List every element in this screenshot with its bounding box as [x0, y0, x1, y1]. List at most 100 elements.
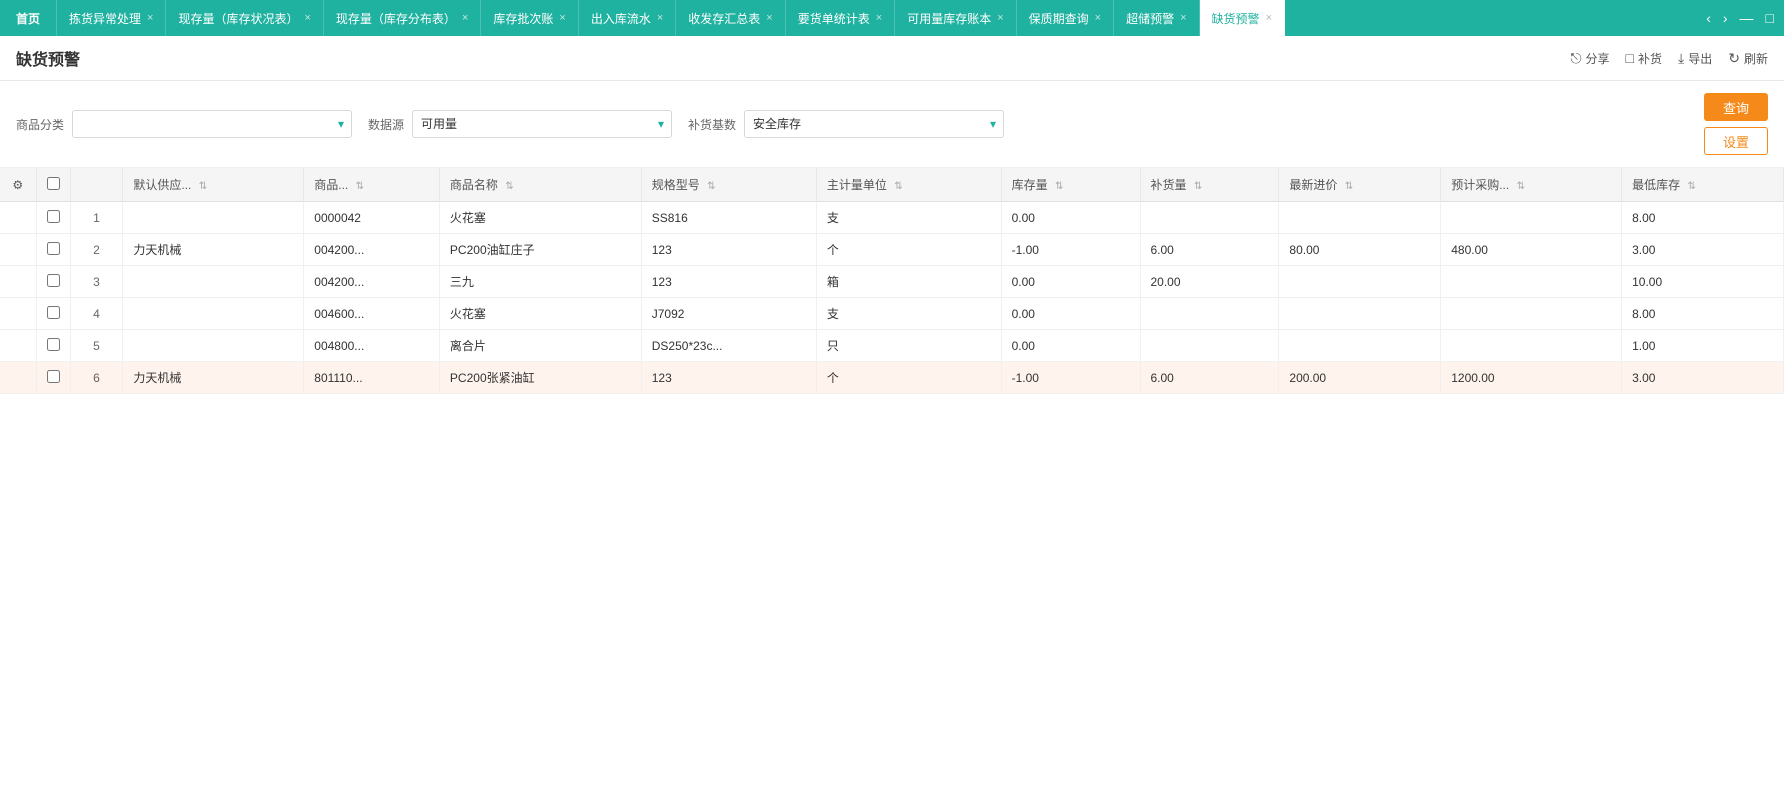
- tab-inventory-status[interactable]: 现存量（库存状况表） ×: [166, 0, 323, 36]
- th-settings[interactable]: ⚙: [0, 168, 36, 202]
- td-minstock-4: 1.00: [1622, 330, 1784, 362]
- th-min-stock[interactable]: 最低库存 ⇅: [1622, 168, 1784, 202]
- datasource-select[interactable]: 可用量: [412, 110, 672, 138]
- td-rownum-5: 6: [70, 362, 123, 394]
- td-checkbox-1[interactable]: [36, 234, 70, 266]
- tab-inventory-dist-close[interactable]: ×: [462, 12, 468, 24]
- sort-price-icon: ⇅: [1345, 181, 1353, 192]
- tab-prev-button[interactable]: ‹: [1700, 6, 1717, 30]
- table-row[interactable]: 3 004200... 三九 123 箱 0.00 20.00 10.00: [0, 266, 1784, 298]
- td-unit-1: 个: [816, 234, 1001, 266]
- tab-batch-account-close[interactable]: ×: [559, 12, 565, 24]
- table-row[interactable]: 6 力天机械 801110... PC200张紧油缸 123 个 -1.00 6…: [0, 362, 1784, 394]
- table-row[interactable]: 5 004800... 离合片 DS250*23c... 只 0.00 1.00: [0, 330, 1784, 362]
- td-settings-1: [0, 234, 36, 266]
- sort-min-icon: ⇅: [1687, 181, 1695, 192]
- row-checkbox-1[interactable]: [47, 242, 60, 255]
- tab-abnormal-label: 拣货异常处理: [69, 10, 141, 27]
- export-button[interactable]: ⤓ 导出: [1678, 50, 1712, 67]
- query-button[interactable]: 查询: [1704, 93, 1768, 121]
- th-latest-price[interactable]: 最新进价 ⇅: [1279, 168, 1441, 202]
- th-default-supplier[interactable]: 默认供应... ⇅: [123, 168, 304, 202]
- td-checkbox-2[interactable]: [36, 266, 70, 298]
- tab-overstock[interactable]: 超储预警 ×: [1114, 0, 1199, 36]
- table-row[interactable]: 1 0000042 火花塞 SS816 支 0.00 8.00: [0, 202, 1784, 234]
- tab-available-ledger-close[interactable]: ×: [997, 12, 1003, 24]
- td-unit-2: 箱: [816, 266, 1001, 298]
- row-checkbox-2[interactable]: [47, 274, 60, 287]
- tab-demand-stats[interactable]: 要货单统计表 ×: [786, 0, 895, 36]
- refresh-label: 刷新: [1744, 50, 1768, 67]
- tab-next-button[interactable]: ›: [1717, 6, 1734, 30]
- th-replenish-qty-label: 补货量: [1151, 178, 1187, 192]
- share-button[interactable]: ⎋ 分享: [1570, 50, 1609, 67]
- tab-inventory-status-label: 现存量（库存状况表）: [178, 10, 298, 27]
- tab-abnormal[interactable]: 拣货异常处理 ×: [57, 0, 166, 36]
- th-est-purchase[interactable]: 预计采购... ⇅: [1441, 168, 1622, 202]
- tab-nav-buttons: ‹ › — □: [1700, 6, 1784, 30]
- th-unit[interactable]: 主计量单位 ⇅: [816, 168, 1001, 202]
- td-rownum-0: 1: [70, 202, 123, 234]
- table-row[interactable]: 4 004600... 火花塞 J7092 支 0.00 8.00: [0, 298, 1784, 330]
- th-stock-label: 库存量: [1012, 178, 1048, 192]
- tab-expiry-query-close[interactable]: ×: [1095, 12, 1101, 24]
- td-price-3: [1279, 298, 1441, 330]
- td-checkbox-0[interactable]: [36, 202, 70, 234]
- replenish-button[interactable]: □ 补货: [1626, 50, 1662, 67]
- th-replenish-qty[interactable]: 补货量 ⇅: [1140, 168, 1279, 202]
- td-checkbox-4[interactable]: [36, 330, 70, 362]
- tab-shortage-close[interactable]: ×: [1266, 12, 1272, 24]
- th-stock[interactable]: 库存量 ⇅: [1001, 168, 1140, 202]
- td-unit-3: 支: [816, 298, 1001, 330]
- th-product-code[interactable]: 商品... ⇅: [304, 168, 440, 202]
- tab-inventory-dist[interactable]: 现存量（库存分布表） ×: [324, 0, 481, 36]
- th-row-num: [70, 168, 123, 202]
- tab-demand-stats-label: 要货单统计表: [798, 10, 870, 27]
- tab-shortage[interactable]: 缺货预警 ×: [1200, 0, 1285, 36]
- page-container: 缺货预警 ⎋ 分享 □ 补货 ⤓ 导出 ↻ 刷新 商品分类: [0, 36, 1784, 796]
- tab-overstock-label: 超储预警: [1126, 10, 1174, 27]
- select-all-checkbox[interactable]: [47, 177, 60, 190]
- th-spec[interactable]: 规格型号 ⇅: [641, 168, 816, 202]
- row-checkbox-5[interactable]: [47, 370, 60, 383]
- row-checkbox-4[interactable]: [47, 338, 60, 351]
- page-title: 缺货预警: [16, 46, 80, 70]
- td-est-5: 1200.00: [1441, 362, 1622, 394]
- table-row[interactable]: 2 力天机械 004200... PC200油缸庄子 123 个 -1.00 6…: [0, 234, 1784, 266]
- table-body: 1 0000042 火花塞 SS816 支 0.00 8.00 2 力天机械 0…: [0, 202, 1784, 394]
- td-spec-1: 123: [641, 234, 816, 266]
- category-select[interactable]: [72, 110, 352, 138]
- td-name-1: PC200油缸庄子: [439, 234, 641, 266]
- tab-receivable-summary[interactable]: 收发存汇总表 ×: [676, 0, 785, 36]
- td-checkbox-5[interactable]: [36, 362, 70, 394]
- share-icon: ⎋: [1570, 50, 1581, 67]
- tab-available-ledger[interactable]: 可用量库存账本 ×: [895, 0, 1016, 36]
- td-price-2: [1279, 266, 1441, 298]
- td-minstock-0: 8.00: [1622, 202, 1784, 234]
- row-checkbox-3[interactable]: [47, 306, 60, 319]
- tab-bar: 首页 拣货异常处理 × 现存量（库存状况表） × 现存量（库存分布表） × 库存…: [0, 0, 1784, 36]
- settings-button[interactable]: 设置: [1704, 127, 1768, 155]
- table-header-row: ⚙ 默认供应... ⇅ 商品... ⇅ 商品名称 ⇅: [0, 168, 1784, 202]
- td-minstock-3: 8.00: [1622, 298, 1784, 330]
- tab-inout-flow-close[interactable]: ×: [657, 12, 663, 24]
- th-product-name[interactable]: 商品名称 ⇅: [439, 168, 641, 202]
- td-code-4: 004800...: [304, 330, 440, 362]
- tab-home[interactable]: 首页: [0, 0, 57, 36]
- filter-area: 商品分类 数据源 可用量 补货基数 安全库存: [0, 81, 1784, 168]
- tab-overstock-close[interactable]: ×: [1180, 12, 1186, 24]
- window-minimize-button[interactable]: —: [1734, 6, 1760, 30]
- tab-batch-account[interactable]: 库存批次账 ×: [481, 0, 578, 36]
- tab-receivable-summary-close[interactable]: ×: [766, 12, 772, 24]
- td-stock-3: 0.00: [1001, 298, 1140, 330]
- row-checkbox-0[interactable]: [47, 210, 60, 223]
- tab-inout-flow[interactable]: 出入库流水 ×: [579, 0, 676, 36]
- refresh-button[interactable]: ↻ 刷新: [1728, 50, 1768, 67]
- tab-demand-stats-close[interactable]: ×: [876, 12, 882, 24]
- replenish-base-select[interactable]: 安全库存: [744, 110, 1004, 138]
- window-maximize-button[interactable]: □: [1760, 6, 1780, 30]
- tab-inventory-status-close[interactable]: ×: [304, 12, 310, 24]
- tab-expiry-query[interactable]: 保质期查询 ×: [1017, 0, 1114, 36]
- td-checkbox-3[interactable]: [36, 298, 70, 330]
- tab-abnormal-close[interactable]: ×: [147, 12, 153, 24]
